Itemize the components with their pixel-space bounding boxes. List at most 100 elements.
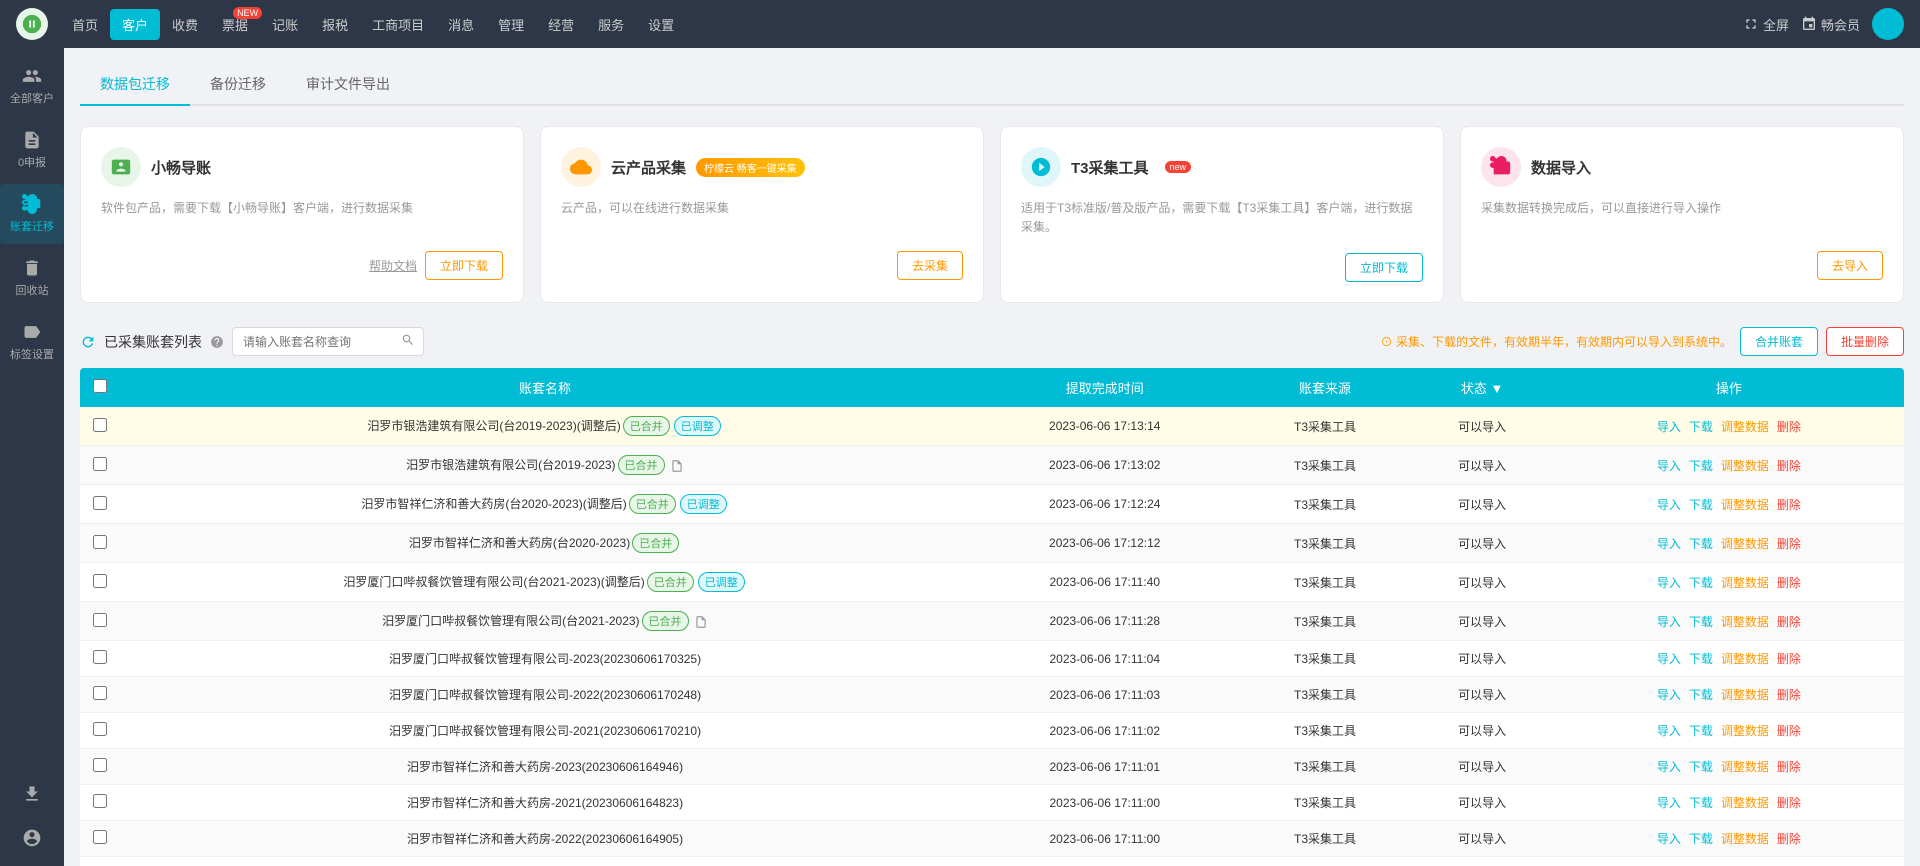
cloud-collect-btn[interactable]: 去采集 — [897, 251, 963, 280]
row-checkbox[interactable] — [93, 418, 107, 432]
action-download[interactable]: 下载 — [1689, 615, 1713, 629]
action-download[interactable]: 下载 — [1689, 576, 1713, 590]
action-download[interactable]: 下载 — [1689, 459, 1713, 473]
row-checkbox[interactable] — [93, 722, 107, 736]
xiaochang-download-btn[interactable]: 立即下载 — [425, 251, 503, 280]
action-import[interactable]: 导入 — [1657, 832, 1681, 846]
row-checkbox[interactable] — [93, 457, 107, 471]
user-avatar[interactable] — [1872, 8, 1904, 40]
action-download[interactable]: 下载 — [1689, 760, 1713, 774]
action-delete[interactable]: 删除 — [1777, 537, 1801, 551]
nav-item-设置[interactable]: 设置 — [636, 9, 686, 40]
sidebar-item-tag-settings[interactable]: 标签设置 — [0, 312, 64, 372]
row-checkbox[interactable] — [93, 758, 107, 772]
action-import[interactable]: 导入 — [1657, 724, 1681, 738]
row-checkbox[interactable] — [93, 794, 107, 808]
action-adjust[interactable]: 调整数据 — [1721, 420, 1769, 434]
member-btn[interactable]: 畅会员 — [1801, 15, 1860, 34]
search-input[interactable] — [233, 330, 393, 354]
action-delete[interactable]: 删除 — [1777, 652, 1801, 666]
action-delete[interactable]: 删除 — [1777, 724, 1801, 738]
t3-download-btn[interactable]: 立即下载 — [1345, 253, 1423, 282]
nav-item-首页[interactable]: 首页 — [60, 9, 110, 40]
action-import[interactable]: 导入 — [1657, 688, 1681, 702]
sidebar-item-download[interactable] — [0, 774, 64, 814]
nav-item-记账[interactable]: 记账 — [260, 9, 310, 40]
action-import[interactable]: 导入 — [1657, 652, 1681, 666]
action-adjust[interactable]: 调整数据 — [1721, 459, 1769, 473]
action-import[interactable]: 导入 — [1657, 796, 1681, 810]
action-adjust[interactable]: 调整数据 — [1721, 498, 1769, 512]
action-adjust[interactable]: 调整数据 — [1721, 576, 1769, 590]
action-delete[interactable]: 删除 — [1777, 796, 1801, 810]
nav-item-收费[interactable]: 收费 — [160, 9, 210, 40]
action-import[interactable]: 导入 — [1657, 537, 1681, 551]
action-adjust[interactable]: 调整数据 — [1721, 615, 1769, 629]
action-adjust[interactable]: 调整数据 — [1721, 832, 1769, 846]
nav-item-报税[interactable]: 报税 — [310, 9, 360, 40]
action-download[interactable]: 下载 — [1689, 537, 1713, 551]
action-adjust[interactable]: 调整数据 — [1721, 537, 1769, 551]
row-checkbox[interactable] — [93, 613, 107, 627]
col-status[interactable]: 状态 ▼ — [1411, 368, 1554, 407]
dataimport-btn[interactable]: 去导入 — [1817, 251, 1883, 280]
action-download[interactable]: 下载 — [1689, 688, 1713, 702]
action-adjust[interactable]: 调整数据 — [1721, 760, 1769, 774]
tab-data-migration[interactable]: 数据包迁移 — [80, 64, 190, 106]
action-import[interactable]: 导入 — [1657, 760, 1681, 774]
action-delete[interactable]: 删除 — [1777, 498, 1801, 512]
refresh-icon[interactable] — [80, 334, 96, 350]
help-icon[interactable] — [210, 335, 224, 349]
row-checkbox[interactable] — [93, 535, 107, 549]
sidebar-item-migrate[interactable]: 账套迁移 — [0, 184, 64, 244]
tab-audit-export[interactable]: 审计文件导出 — [286, 64, 410, 106]
action-import[interactable]: 导入 — [1657, 576, 1681, 590]
action-adjust[interactable]: 调整数据 — [1721, 724, 1769, 738]
sidebar-item-zero-report[interactable]: 0申报 — [0, 120, 64, 180]
action-import[interactable]: 导入 — [1657, 459, 1681, 473]
action-delete[interactable]: 删除 — [1777, 615, 1801, 629]
row-checkbox[interactable] — [93, 650, 107, 664]
action-import[interactable]: 导入 — [1657, 615, 1681, 629]
action-delete[interactable]: 删除 — [1777, 576, 1801, 590]
row-checkbox[interactable] — [93, 830, 107, 844]
nav-item-消息[interactable]: 消息 — [436, 9, 486, 40]
row-checkbox[interactable] — [93, 496, 107, 510]
nav-item-服务[interactable]: 服务 — [586, 9, 636, 40]
action-delete[interactable]: 删除 — [1777, 688, 1801, 702]
card-cloud-header: 云产品采集 柠檬云 畅客一键采集 — [561, 147, 963, 187]
nav-item-工商项目[interactable]: 工商项目 — [360, 9, 436, 40]
app-logo[interactable] — [16, 8, 48, 40]
action-adjust[interactable]: 调整数据 — [1721, 688, 1769, 702]
help-doc-link[interactable]: 帮助文档 — [369, 257, 417, 274]
action-delete[interactable]: 删除 — [1777, 832, 1801, 846]
action-download[interactable]: 下载 — [1689, 420, 1713, 434]
batch-delete-btn[interactable]: 批量删除 — [1826, 327, 1904, 356]
sidebar-item-all-clients[interactable]: 全部客户 — [0, 56, 64, 116]
action-adjust[interactable]: 调整数据 — [1721, 652, 1769, 666]
cell-status: 可以导入 — [1411, 524, 1554, 563]
row-checkbox[interactable] — [93, 686, 107, 700]
action-delete[interactable]: 删除 — [1777, 420, 1801, 434]
action-download[interactable]: 下载 — [1689, 652, 1713, 666]
action-download[interactable]: 下载 — [1689, 796, 1713, 810]
action-download[interactable]: 下载 — [1689, 724, 1713, 738]
action-import[interactable]: 导入 — [1657, 498, 1681, 512]
action-download[interactable]: 下载 — [1689, 498, 1713, 512]
fullscreen-btn[interactable]: 全屏 — [1743, 15, 1789, 34]
nav-item-经营[interactable]: 经营 — [536, 9, 586, 40]
sidebar-item-user-settings[interactable] — [0, 818, 64, 858]
search-button[interactable] — [393, 328, 423, 355]
row-checkbox[interactable] — [93, 574, 107, 588]
action-delete[interactable]: 删除 — [1777, 459, 1801, 473]
action-download[interactable]: 下载 — [1689, 832, 1713, 846]
sidebar-item-trash[interactable]: 回收站 — [0, 248, 64, 308]
action-import[interactable]: 导入 — [1657, 420, 1681, 434]
merge-accounts-btn[interactable]: 合并账套 — [1740, 327, 1818, 356]
nav-item-管理[interactable]: 管理 — [486, 9, 536, 40]
nav-item-客户[interactable]: 客户 — [110, 9, 160, 40]
action-adjust[interactable]: 调整数据 — [1721, 796, 1769, 810]
tab-backup-migration[interactable]: 备份迁移 — [190, 64, 286, 106]
action-delete[interactable]: 删除 — [1777, 760, 1801, 774]
select-all-checkbox[interactable] — [93, 379, 107, 393]
